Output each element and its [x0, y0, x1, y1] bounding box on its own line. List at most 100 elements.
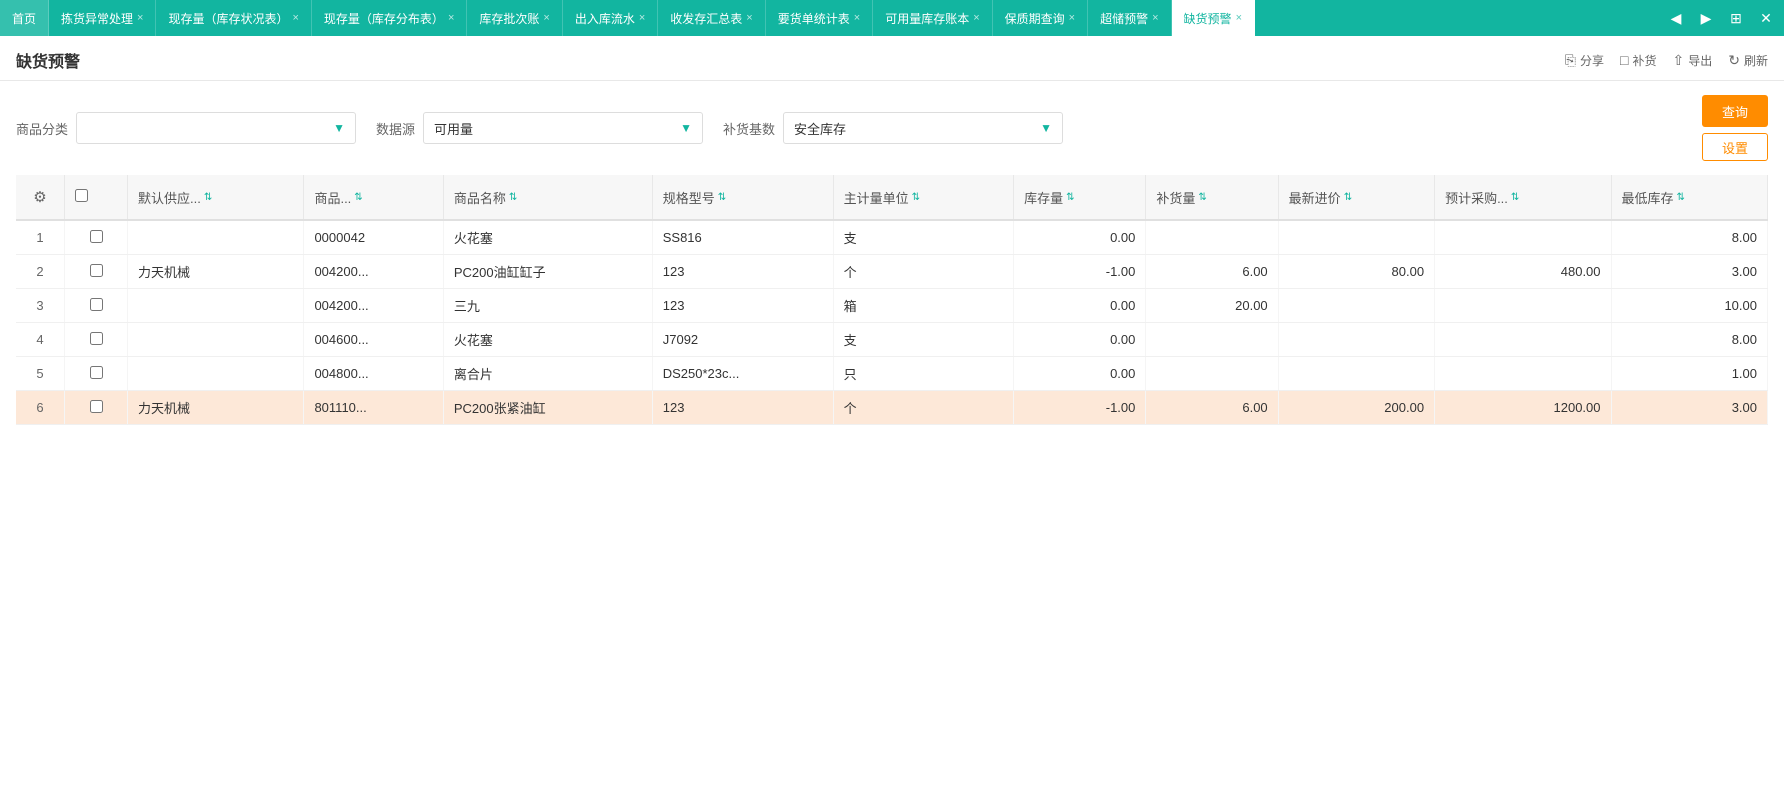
nav-close-button[interactable]: ✕ — [1752, 4, 1780, 32]
datasource-filter-group: 数据源 可用量 ▼ — [376, 112, 703, 144]
cell-code-6: 801110... — [304, 391, 443, 425]
th-default-supplier[interactable]: 默认供应... ⇅ — [128, 175, 304, 220]
close-tab-proc-exc[interactable]: × — [137, 12, 143, 24]
close-tab-overstock[interactable]: × — [1152, 12, 1158, 24]
restock-base-select[interactable]: 安全库存 ▼ — [783, 112, 1063, 144]
close-tab-expire[interactable]: × — [1069, 12, 1075, 24]
table-row: 5 004800... 离合片 DS250*23c... 只 0.00 1.00 — [16, 357, 1768, 391]
tab-inout[interactable]: 出入库流水 × — [563, 0, 658, 36]
nav-prev-button[interactable]: ◀ — [1662, 4, 1690, 32]
cell-unit-6: 个 — [833, 391, 1013, 425]
filter-actions: 查询 设置 — [1702, 95, 1768, 161]
cell-spec-2: 123 — [652, 255, 833, 289]
header-actions: ⎘ 分享 □ 补货 ⇧ 导出 ↻ 刷新 — [1565, 52, 1768, 69]
table-header-row: ⚙ 默认供应... ⇅ 商品... ⇅ — [16, 175, 1768, 220]
query-button[interactable]: 查询 — [1702, 95, 1768, 127]
cell-price-2: 80.00 — [1278, 255, 1434, 289]
cell-restock-5 — [1146, 357, 1278, 391]
th-spec[interactable]: 规格型号 ⇅ — [652, 175, 833, 220]
cell-est-5 — [1435, 357, 1611, 391]
tab-inv-status[interactable]: 现存量（库存状况表） × — [156, 0, 311, 36]
cell-spec-6: 123 — [652, 391, 833, 425]
share-button[interactable]: ⎘ 分享 — [1565, 52, 1604, 69]
sort-unit-icon: ⇅ — [912, 192, 920, 203]
cell-restock-6: 6.00 — [1146, 391, 1278, 425]
tab-req-stat[interactable]: 要货单统计表 × — [766, 0, 873, 36]
tab-proc-exc[interactable]: 拣货异常处理 × — [49, 0, 156, 36]
cell-minstock-4: 8.00 — [1611, 323, 1767, 357]
close-tab-batch[interactable]: × — [543, 12, 549, 24]
th-min-stock[interactable]: 最低库存 ⇅ — [1611, 175, 1767, 220]
row-checkbox-3[interactable] — [65, 289, 128, 323]
cell-price-6: 200.00 — [1278, 391, 1434, 425]
cell-code-5: 004800... — [304, 357, 443, 391]
cell-stock-6: -1.00 — [1014, 391, 1146, 425]
cell-minstock-3: 10.00 — [1611, 289, 1767, 323]
close-tab-shortage[interactable]: × — [1236, 12, 1242, 24]
category-label: 商品分类 — [16, 119, 68, 138]
row-checkbox-5[interactable] — [65, 357, 128, 391]
tab-home[interactable]: 首页 — [0, 0, 49, 36]
tab-avail[interactable]: 可用量库存账本 × — [873, 0, 992, 36]
data-table: ⚙ 默认供应... ⇅ 商品... ⇅ — [16, 175, 1768, 425]
datasource-select[interactable]: 可用量 ▼ — [423, 112, 703, 144]
sort-price-icon: ⇅ — [1344, 192, 1352, 203]
nav-next-button[interactable]: ▶ — [1692, 4, 1720, 32]
close-tab-inv-status[interactable]: × — [292, 12, 298, 24]
th-restock[interactable]: 补货量 ⇅ — [1146, 175, 1278, 220]
cell-minstock-1: 8.00 — [1611, 220, 1767, 255]
row-checkbox-1[interactable] — [65, 220, 128, 255]
sort-restock-icon: ⇅ — [1198, 192, 1206, 203]
gear-icon[interactable]: ⚙ — [26, 183, 54, 211]
datasource-label: 数据源 — [376, 119, 415, 138]
row-checkbox-2[interactable] — [65, 255, 128, 289]
th-settings[interactable]: ⚙ — [16, 175, 65, 220]
tab-inv-dist[interactable]: 现存量（库存分布表） × — [312, 0, 467, 36]
tab-recv[interactable]: 收发存汇总表 × — [658, 0, 765, 36]
close-tab-req-stat[interactable]: × — [854, 12, 860, 24]
tab-batch[interactable]: 库存批次账 × — [467, 0, 562, 36]
cell-unit-1: 支 — [833, 220, 1013, 255]
close-tab-inout[interactable]: × — [639, 12, 645, 24]
th-product-name[interactable]: 商品名称 ⇅ — [443, 175, 652, 220]
cell-price-5 — [1278, 357, 1434, 391]
category-select[interactable]: ▼ — [76, 112, 356, 144]
row-checkbox-6[interactable] — [65, 391, 128, 425]
tab-shortage[interactable]: 缺货预警 × — [1172, 0, 1255, 36]
cell-code-3: 004200... — [304, 289, 443, 323]
page-content: 缺货预警 ⎘ 分享 □ 补货 ⇧ 导出 ↻ 刷新 商品分类 — [0, 36, 1784, 796]
settings-button[interactable]: 设置 — [1702, 133, 1768, 161]
th-latest-price[interactable]: 最新进价 ⇅ — [1278, 175, 1434, 220]
restock-button[interactable]: □ 补货 — [1620, 52, 1656, 69]
refresh-button[interactable]: ↻ 刷新 — [1728, 52, 1768, 69]
cell-minstock-6: 3.00 — [1611, 391, 1767, 425]
cell-name-3: 三九 — [443, 289, 652, 323]
tab-overstock[interactable]: 超储预警 × — [1088, 0, 1171, 36]
close-tab-inv-dist[interactable]: × — [448, 12, 454, 24]
cell-code-2: 004200... — [304, 255, 443, 289]
table-container: ⚙ 默认供应... ⇅ 商品... ⇅ — [0, 175, 1784, 441]
cell-est-4 — [1435, 323, 1611, 357]
category-chevron-icon: ▼ — [333, 121, 345, 135]
close-tab-avail[interactable]: × — [973, 12, 979, 24]
refresh-icon: ↻ — [1728, 52, 1740, 69]
nav-controls: ◀ ▶ ⊞ ✕ — [1662, 4, 1784, 32]
export-button[interactable]: ⇧ 导出 — [1673, 52, 1713, 69]
th-unit[interactable]: 主计量单位 ⇅ — [833, 175, 1013, 220]
th-stock[interactable]: 库存量 ⇅ — [1014, 175, 1146, 220]
select-all-checkbox[interactable] — [75, 189, 88, 202]
table-row: 1 0000042 火花塞 SS816 支 0.00 8.00 — [16, 220, 1768, 255]
tab-expire[interactable]: 保质期查询 × — [993, 0, 1088, 36]
th-est-purchase[interactable]: 预计采购... ⇅ — [1435, 175, 1611, 220]
sort-est-icon: ⇅ — [1511, 192, 1519, 203]
row-num-4: 4 — [16, 323, 65, 357]
nav-restore-button[interactable]: ⊞ — [1722, 4, 1750, 32]
row-checkbox-4[interactable] — [65, 323, 128, 357]
th-product-code[interactable]: 商品... ⇅ — [304, 175, 443, 220]
cell-unit-4: 支 — [833, 323, 1013, 357]
close-tab-recv[interactable]: × — [746, 12, 752, 24]
export-icon: ⇧ — [1673, 52, 1685, 69]
cell-est-1 — [1435, 220, 1611, 255]
cell-stock-4: 0.00 — [1014, 323, 1146, 357]
category-filter-group: 商品分类 ▼ — [16, 112, 356, 144]
